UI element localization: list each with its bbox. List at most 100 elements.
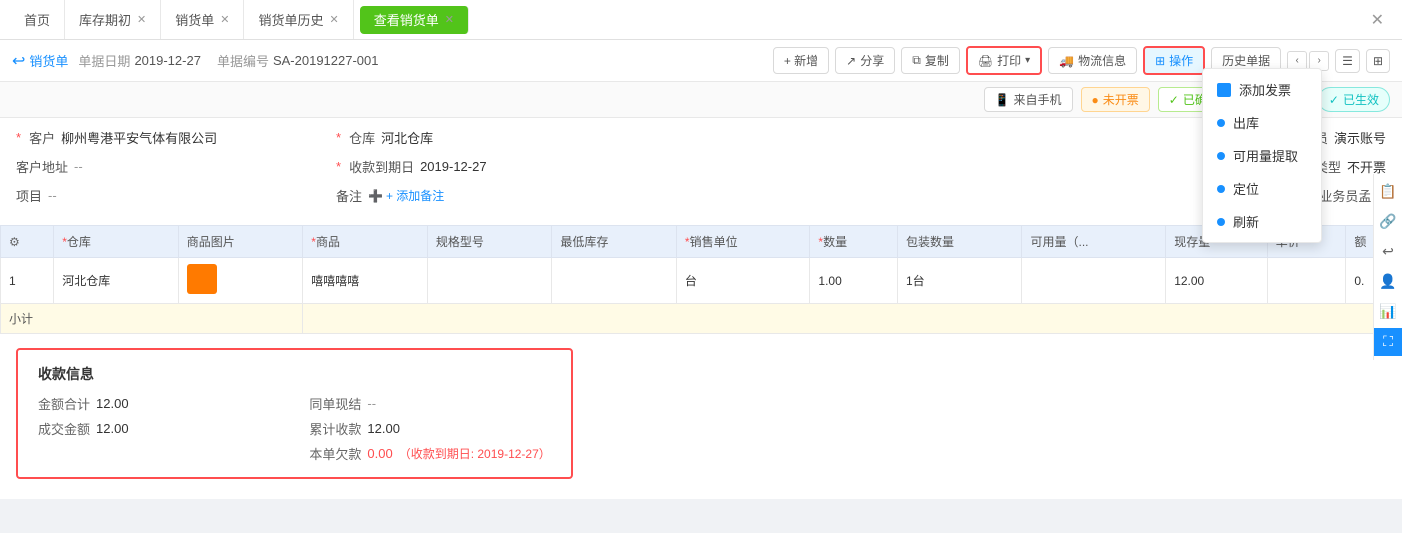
same-order-row: 同单现结 -- <box>309 394 550 413</box>
summary-grid: 金额合计 12.00 同单现结 -- 成交金额 12.00 累计收款 12.00 <box>38 394 551 463</box>
view-toggle-list[interactable]: ☰ <box>1335 49 1360 73</box>
sidebar-link-icon[interactable]: 🔗 <box>1374 208 1402 236</box>
cell-stock: 12.00 <box>1166 258 1268 304</box>
copy-icon: ⧉ <box>912 53 921 68</box>
plus-icon: ➕ <box>368 189 383 203</box>
settings-icon[interactable]: ⚙ <box>9 235 20 249</box>
col-sales-unit: *销售单位 <box>676 226 810 258</box>
cell-qty: 1.00 <box>810 258 898 304</box>
summary-section: 收款信息 金额合计 12.00 同单现结 -- 成交金额 12.00 <box>0 334 1402 499</box>
from-phone-button[interactable]: 📱 来自手机 <box>984 87 1073 112</box>
col-warehouse: *仓库 <box>54 226 179 258</box>
secondary-toolbar: 📱 来自手机 ● 未开票 ✓ 已确认 ✓ 已核销 ✓ 已生效 <box>0 82 1402 118</box>
doc-type-badge: ↩ 销货单 <box>12 51 68 71</box>
view-toggle-grid[interactable]: ⊞ <box>1366 49 1390 73</box>
table-row: 1 河北仓库 嘻嘻嘻嘻 台 1.00 1台 12.00 <box>1 258 1402 304</box>
invoice-icon <box>1217 83 1231 97</box>
table-wrapper: ⚙ *仓库 商品图片 *商品 规格型号 最低库存 *销售单位 *数量 包装数量 … <box>0 225 1402 334</box>
cell-product-img <box>178 258 303 304</box>
form-row-1: * 客户 柳州粤港平安气体有限公司 * 仓库 河北仓库 业务员 演示账号 <box>16 128 1386 147</box>
new-button[interactable]: + 新增 <box>773 47 829 74</box>
document-container: ↩ 销货单 单据日期 2019-12-27 单据编号 SA-20191227-0… <box>0 40 1402 499</box>
customer-field: * 客户 柳州粤港平安气体有限公司 <box>16 128 316 147</box>
share-icon: ↗ <box>846 54 856 68</box>
dropdown-add-invoice[interactable]: 添加发票 <box>1203 73 1321 106</box>
outbound-icon <box>1217 119 1225 127</box>
col-min-stock: 最低库存 <box>552 226 677 258</box>
tab-bar-close-button[interactable]: ✕ <box>1363 10 1392 30</box>
logistics-icon: 🚚 <box>1059 54 1074 68</box>
col-settings[interactable]: ⚙ <box>1 226 54 258</box>
doc-number-field: 单据编号 SA-20191227-001 <box>217 51 379 70</box>
sidebar-user-icon[interactable]: 👤 <box>1374 268 1402 296</box>
subtotal-label-cell: 小计 <box>1 304 303 334</box>
dropdown-refresh[interactable]: 刷新 <box>1203 205 1321 238</box>
form-row-2: 客户地址 -- * 收款到期日 2019-12-27 * 票据类型 不开票 <box>16 157 1386 176</box>
col-avail-qty: 可用量（... <box>1022 226 1166 258</box>
sidebar-chart-icon[interactable]: 📊 <box>1374 298 1402 326</box>
not-open-button[interactable]: ● 未开票 <box>1081 87 1150 112</box>
sidebar-return-icon[interactable]: ↩ <box>1374 238 1402 266</box>
ticket-icon: ● <box>1092 93 1099 107</box>
doc-type-label: 销货单 <box>29 51 68 70</box>
cumulative-row: 累计收款 12.00 <box>309 419 550 438</box>
dropdown-outbound[interactable]: 出库 <box>1203 106 1321 139</box>
form-row-3: 项目 -- 备注 ➕ + 添加备注 * 业务员孟 -- <box>16 186 1386 205</box>
grid-icon: ⊞ <box>1155 54 1165 68</box>
address-field: 客户地址 -- <box>16 157 316 176</box>
tab-sales-order[interactable]: 销货单 ✕ <box>161 0 244 39</box>
tab-view-sales[interactable]: 查看销货单 ✕ <box>360 6 469 34</box>
col-product: *商品 <box>303 226 428 258</box>
subtotal-value-cell <box>303 304 1402 334</box>
tab-close-history[interactable]: ✕ <box>330 13 339 26</box>
share-button[interactable]: ↗ 分享 <box>835 47 895 74</box>
note-field: 备注 ➕ + 添加备注 <box>336 186 556 205</box>
sidebar-expand-icon[interactable]: ⛶ <box>1374 328 1402 356</box>
dropdown-available-qty[interactable]: 可用量提取 <box>1203 139 1321 172</box>
product-table: ⚙ *仓库 商品图片 *商品 规格型号 最低库存 *销售单位 *数量 包装数量 … <box>0 225 1402 334</box>
summary-box: 收款信息 金额合计 12.00 同单现结 -- 成交金额 12.00 <box>16 348 573 479</box>
dropdown-locate[interactable]: 定位 <box>1203 172 1321 205</box>
tab-close-inventory[interactable]: ✕ <box>137 13 146 26</box>
cell-unit-price <box>1267 258 1346 304</box>
cell-pack-qty: 1台 <box>897 258 1022 304</box>
phone-icon: 📱 <box>995 93 1010 107</box>
tab-bar: 首页 库存期初 ✕ 销货单 ✕ 销货单历史 ✕ 查看销货单 ✕ ✕ <box>0 0 1402 40</box>
right-sidebar: 📋 🔗 ↩ 👤 📊 ⛶ <box>1373 174 1402 360</box>
tab-home[interactable]: 首页 <box>10 0 65 39</box>
cell-warehouse: 河北仓库 <box>54 258 179 304</box>
col-spec: 规格型号 <box>427 226 552 258</box>
total-row: 金额合计 12.00 <box>38 394 279 413</box>
col-pack-qty: 包装数量 <box>897 226 1022 258</box>
add-note-button[interactable]: ➕ + 添加备注 <box>368 187 444 204</box>
doc-title-area: ↩ 销货单 单据日期 2019-12-27 单据编号 SA-20191227-0… <box>12 51 765 71</box>
print-dropdown-arrow: ▾ <box>1025 55 1030 66</box>
copy-button[interactable]: ⧉ 复制 <box>901 47 960 74</box>
cell-avail-qty <box>1022 258 1166 304</box>
check-icon: ✓ <box>1169 93 1179 107</box>
col-qty: *数量 <box>810 226 898 258</box>
cell-spec <box>427 258 552 304</box>
summary-title: 收款信息 <box>38 364 551 384</box>
doc-meta: 单据日期 2019-12-27 单据编号 SA-20191227-001 <box>78 51 378 70</box>
effect-status-button[interactable]: ✓ 已生效 <box>1318 87 1390 112</box>
logistics-button[interactable]: 🚚 物流信息 <box>1048 47 1137 74</box>
table-header-row: ⚙ *仓库 商品图片 *商品 规格型号 最低库存 *销售单位 *数量 包装数量 … <box>1 226 1402 258</box>
tab-close-sales[interactable]: ✕ <box>220 13 229 26</box>
tab-sales-history[interactable]: 销货单历史 ✕ <box>244 0 353 39</box>
col-product-img: 商品图片 <box>178 226 303 258</box>
sidebar-copy-icon[interactable]: 📋 <box>1374 178 1402 206</box>
tab-inventory-init[interactable]: 库存期初 ✕ <box>65 0 161 39</box>
warehouse-field: * 仓库 河北仓库 <box>336 128 556 147</box>
product-image <box>187 264 217 294</box>
qty-icon <box>1217 152 1225 160</box>
project-field: 项目 -- <box>16 186 316 205</box>
print-icon: 🖨 <box>978 54 993 68</box>
tab-close-view-sales[interactable]: ✕ <box>445 13 454 26</box>
dropdown-menu: 添加发票 出库 可用量提取 定位 刷新 <box>1202 68 1322 243</box>
cell-min-stock <box>552 258 677 304</box>
form-section: * 客户 柳州粤港平安气体有限公司 * 仓库 河北仓库 业务员 演示账号 客户地… <box>0 118 1402 225</box>
print-button[interactable]: 🖨 打印 ▾ <box>966 46 1042 75</box>
operate-button[interactable]: ⊞ 操作 <box>1143 46 1205 75</box>
due-row: 本单欠款 0.00 （收款到期日: 2019-12-27） <box>309 444 550 463</box>
